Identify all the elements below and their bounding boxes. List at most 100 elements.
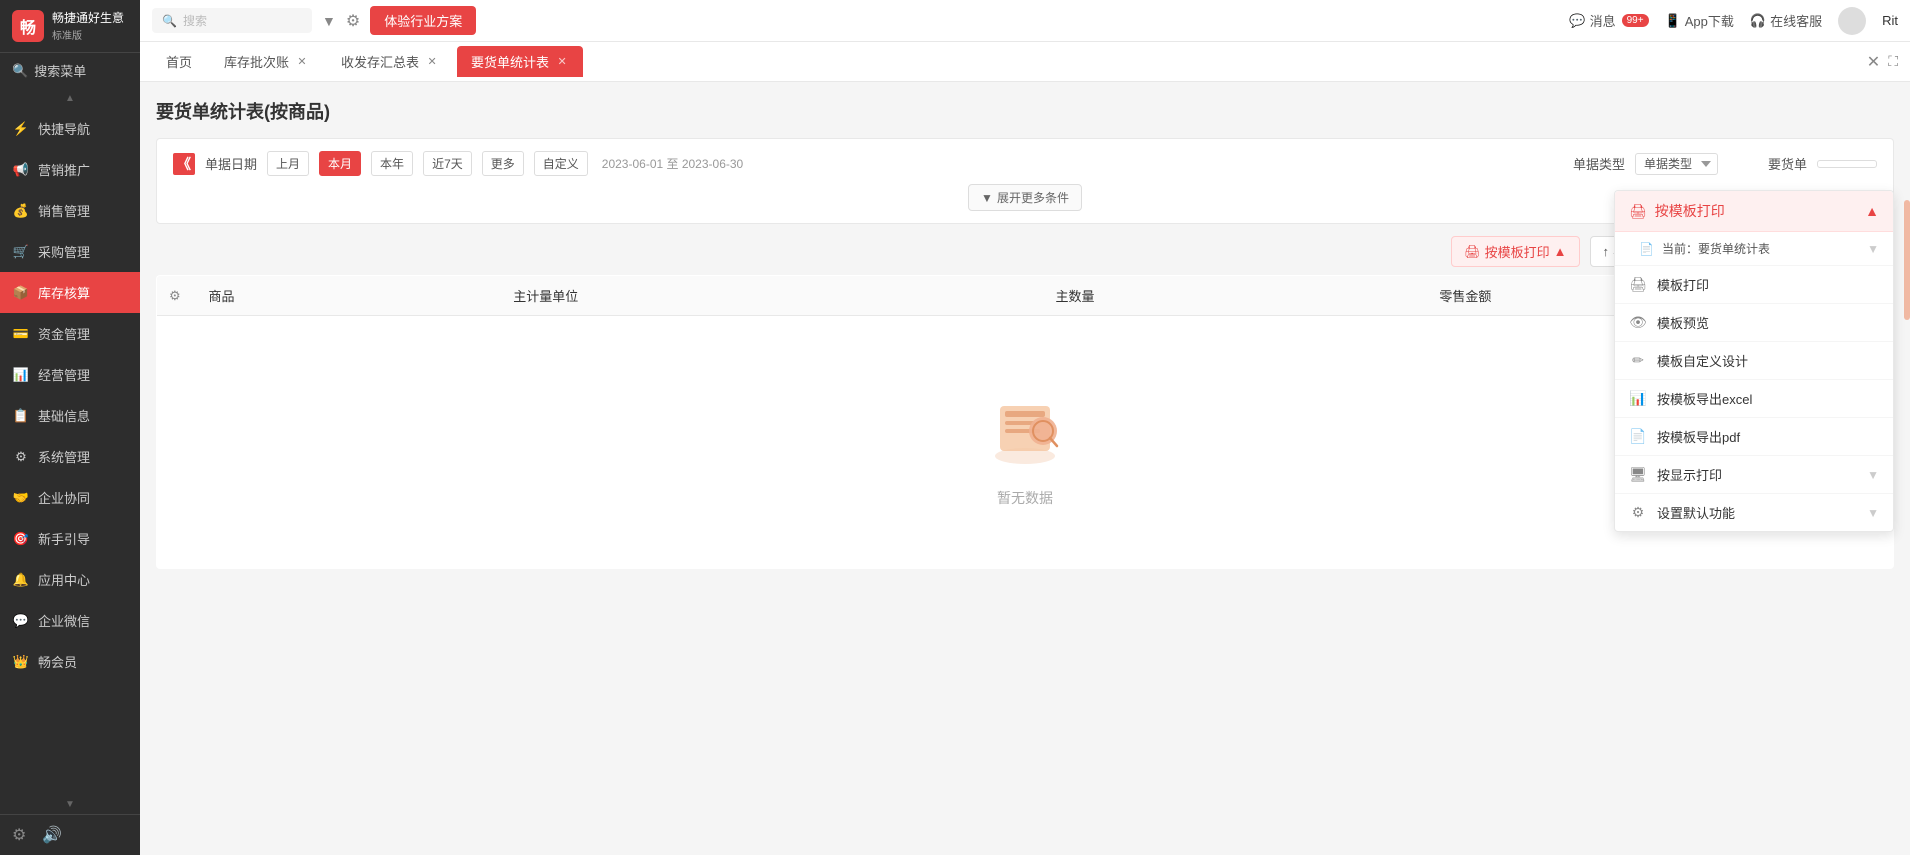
date-btn-last-month[interactable]: 上月 xyxy=(267,151,309,176)
topbar-chevron[interactable]: ▼ xyxy=(322,13,336,29)
date-btn-custom[interactable]: 自定义 xyxy=(534,151,588,176)
sidebar-item-wechat[interactable]: 💬 企业微信 xyxy=(0,600,140,641)
maximize-icon[interactable]: ⛶ xyxy=(1888,53,1898,70)
dropdown-current-template[interactable]: 📄 当前：要货单统计表 ▼ xyxy=(1615,232,1893,266)
dropdown-item-template-design[interactable]: ✏ 模板自定义设计 xyxy=(1615,342,1893,380)
dropdown-item-template-pdf[interactable]: 📄 按模板导出pdf xyxy=(1615,418,1893,456)
dropdown-item-template-excel[interactable]: 📊 按模板导出excel xyxy=(1615,380,1893,418)
sidebar-scroll-down[interactable]: ▼ xyxy=(0,794,140,814)
order-type-select[interactable]: 单据类型 xyxy=(1635,153,1718,175)
collapse-button[interactable]: 《 xyxy=(173,153,195,175)
dropdown-item-template-preview[interactable]: 👁 模板预览 xyxy=(1615,304,1893,342)
set-default-arrow: ▼ xyxy=(1867,506,1879,520)
date-btn-more[interactable]: 更多 xyxy=(482,151,524,176)
sidebar: 畅 畅捷通好生意 标准版 🔍 搜索菜单 ▲ ⚡ 快捷导航 📢 营销推广 💰 销售… xyxy=(0,0,140,855)
user-avatar[interactable] xyxy=(1838,7,1866,35)
expand-label: 展开更多条件 xyxy=(997,189,1069,206)
search-icon: 🔍 xyxy=(12,63,28,79)
app-icon: 📱 xyxy=(1665,13,1681,29)
dropdown-close-chevron[interactable]: ▲ xyxy=(1865,203,1879,219)
topbar-search-icon: 🔍 xyxy=(162,14,177,28)
sidebar-scroll-up[interactable]: ▲ xyxy=(0,88,140,108)
date-range: 2023-06-01 至 2023-06-30 xyxy=(602,155,743,172)
sidebar-item-inventory[interactable]: 📦 库存核算 xyxy=(0,272,140,313)
audio-bottom-icon[interactable]: 🔊 xyxy=(42,825,62,845)
close-window-icon[interactable]: ✕ xyxy=(1867,52,1880,72)
goods-filter-input[interactable] xyxy=(1817,160,1877,168)
table-header-unit: 主计量单位 xyxy=(501,276,1043,316)
app-download-label: App下载 xyxy=(1685,11,1734,30)
sidebar-item-collab[interactable]: 🤝 企业协同 xyxy=(0,477,140,518)
messages-label: 消息 xyxy=(1590,11,1616,30)
dropdown-item-display-print[interactable]: 🖥 按显示打印 ▼ xyxy=(1615,456,1893,494)
sidebar-item-member[interactable]: 👑 畅会员 xyxy=(0,641,140,682)
sidebar-item-appstore[interactable]: 🔔 应用中心 xyxy=(0,559,140,600)
tab-home-label: 首页 xyxy=(166,52,192,71)
table-settings-icon[interactable]: ⚙ xyxy=(169,288,181,303)
sidebar-item-label: 企业微信 xyxy=(38,611,90,630)
sidebar-nav: ⚡ 快捷导航 📢 营销推广 💰 销售管理 🛒 采购管理 📦 库存核算 💳 资金管… xyxy=(0,108,140,794)
print-button[interactable]: 🖨 按模板打印 ▲ xyxy=(1451,236,1579,267)
scrollbar-thumb[interactable] xyxy=(1904,200,1910,320)
page-content: 要货单统计表(按商品) 《 单据日期 上月 本月 本年 近7天 更多 自定义 2… xyxy=(140,82,1910,855)
topbar-search[interactable]: 🔍 搜索 xyxy=(152,8,312,33)
expand-more-button[interactable]: ▼ 展开更多条件 xyxy=(968,184,1082,211)
empty-icon xyxy=(975,376,1075,476)
print-dropdown-menu: 🖨 按模板打印 ▲ 📄 当前：要货单统计表 ▼ 🖨 模板打印 👁 模板预览 xyxy=(1614,190,1894,532)
logo-text: 畅捷通好生意 标准版 xyxy=(52,10,124,42)
tab-inventory-batch-close[interactable]: ✕ xyxy=(295,55,309,69)
sidebar-logo: 畅 畅捷通好生意 标准版 xyxy=(0,0,140,53)
sidebar-item-label: 应用中心 xyxy=(38,570,90,589)
empty-text: 暂无数据 xyxy=(997,488,1053,508)
sidebar-item-system[interactable]: ⚙ 系统管理 xyxy=(0,436,140,477)
messages-button[interactable]: 💬 消息 99+ xyxy=(1569,11,1648,30)
template-pdf-label: 按模板导出pdf xyxy=(1657,427,1879,446)
table-header-quantity: 主数量 xyxy=(1043,276,1427,316)
date-btn-this-year[interactable]: 本年 xyxy=(371,151,413,176)
sidebar-item-basic[interactable]: 📋 基础信息 xyxy=(0,395,140,436)
printer-icon: 🖨 xyxy=(1464,244,1481,260)
template-print-icon: 🖨 xyxy=(1629,276,1647,293)
export-icon: ↑ xyxy=(1603,244,1610,259)
dropdown-header-right: ▲ xyxy=(1865,203,1879,219)
tab-home[interactable]: 首页 xyxy=(152,46,206,77)
sidebar-item-label: 基础信息 xyxy=(38,406,90,425)
tab-order-stats[interactable]: 要货单统计表 ✕ xyxy=(457,46,583,77)
sidebar-item-label: 库存核算 xyxy=(38,283,90,302)
operation-icon: 📊 xyxy=(12,366,30,384)
industry-solution-button[interactable]: 体验行业方案 xyxy=(370,6,476,35)
date-btn-last-7-days[interactable]: 近7天 xyxy=(423,151,472,176)
tab-order-stats-label: 要货单统计表 xyxy=(471,52,549,71)
tab-order-stats-close[interactable]: ✕ xyxy=(555,55,569,69)
tab-receipt-summary[interactable]: 收发存汇总表 ✕ xyxy=(327,46,453,77)
date-btn-this-month[interactable]: 本月 xyxy=(319,151,361,176)
template-excel-label: 按模板导出excel xyxy=(1657,389,1879,408)
online-support-label: 在线客服 xyxy=(1770,11,1822,30)
topbar-gear-icon[interactable]: ⚙ xyxy=(346,11,360,31)
dropdown-item-template-print[interactable]: 🖨 模板打印 xyxy=(1615,266,1893,304)
sidebar-item-purchase[interactable]: 🛒 采购管理 xyxy=(0,231,140,272)
sidebar-search[interactable]: 🔍 搜索菜单 xyxy=(0,53,140,88)
sidebar-item-label: 快捷导航 xyxy=(38,119,90,138)
goods-filter-label: 要货单 xyxy=(1768,154,1807,173)
chevron-down-icon: ▼ xyxy=(981,191,993,205)
dropdown-item-set-default[interactable]: ⚙ 设置默认功能 ▼ xyxy=(1615,494,1893,531)
dropdown-header-left: 🖨 按模板打印 xyxy=(1629,201,1725,221)
sidebar-item-guide[interactable]: 🎯 新手引导 xyxy=(0,518,140,559)
printer-header-icon: 🖨 xyxy=(1629,203,1647,220)
order-type-label: 单据类型 xyxy=(1573,154,1625,173)
sidebar-item-operation[interactable]: 📊 经营管理 xyxy=(0,354,140,395)
online-support-button[interactable]: 🎧 在线客服 xyxy=(1750,11,1822,30)
sidebar-item-finance[interactable]: 💳 资金管理 xyxy=(0,313,140,354)
sidebar-item-marketing[interactable]: 📢 营销推广 xyxy=(0,149,140,190)
tab-receipt-summary-label: 收发存汇总表 xyxy=(341,52,419,71)
tab-receipt-summary-close[interactable]: ✕ xyxy=(425,55,439,69)
collab-icon: 🤝 xyxy=(12,489,30,507)
sidebar-item-quick-nav[interactable]: ⚡ 快捷导航 xyxy=(0,108,140,149)
app-download-button[interactable]: 📱 App下载 xyxy=(1665,11,1734,30)
sidebar-item-sales[interactable]: 💰 销售管理 xyxy=(0,190,140,231)
settings-bottom-icon[interactable]: ⚙ xyxy=(12,825,26,845)
tab-inventory-batch[interactable]: 库存批次账 ✕ xyxy=(210,46,323,77)
inventory-icon: 📦 xyxy=(12,284,30,302)
filter-row-date: 《 单据日期 上月 本月 本年 近7天 更多 自定义 2023-06-01 至 … xyxy=(173,151,1877,176)
